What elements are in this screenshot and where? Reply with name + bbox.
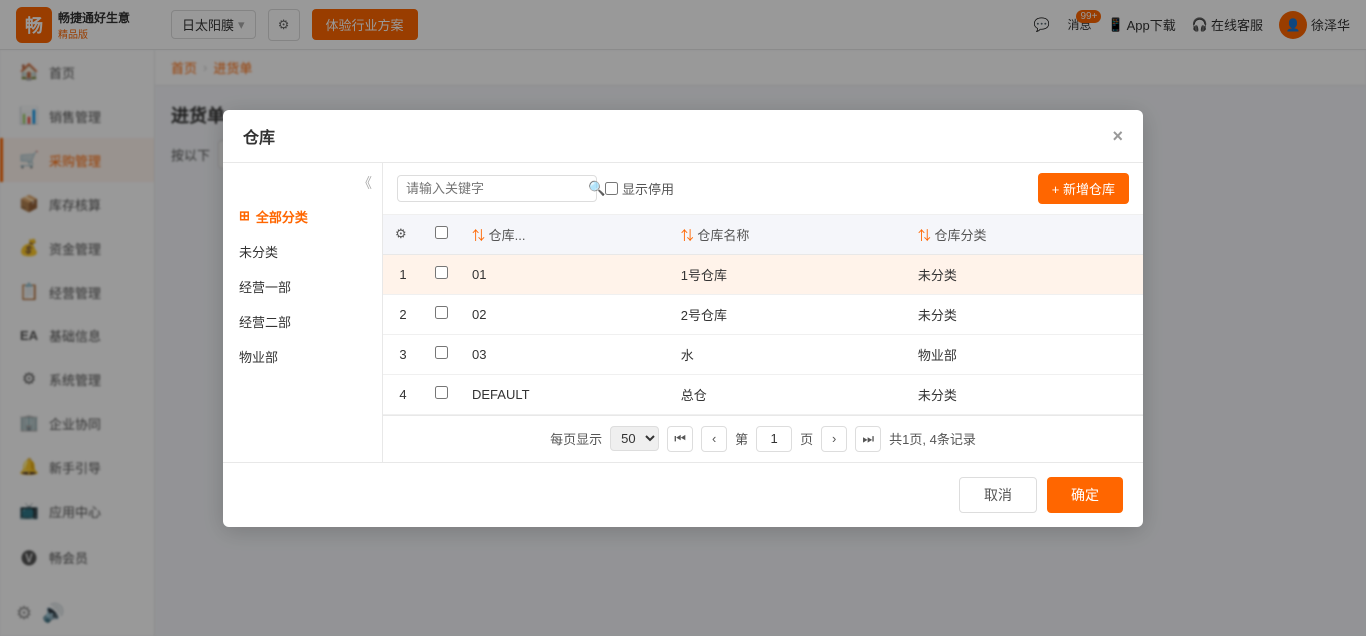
row-check-2 (423, 294, 460, 334)
table-container: ⚙ ⇅ 仓库... ⇅ 仓库名称 (383, 215, 1143, 415)
first-page-button[interactable]: ⏮ (667, 426, 693, 452)
th-checkbox (423, 215, 460, 255)
search-input[interactable] (406, 181, 582, 196)
table-body: 1 01 1号仓库 未分类 2 02 2号仓库 (383, 254, 1143, 414)
modal-title: 仓库 (243, 124, 275, 148)
pagination-bar: 每页显示 50 ⏮ ‹ 第 1 页 › ⏭ 共1页, 4条记录 (383, 415, 1143, 462)
th-category-label: 仓库分类 (935, 228, 987, 243)
table-toolbar: 🔍 显示停用 + 新增仓库 (383, 163, 1143, 215)
category-panel: 《 ⊞ 全部分类 未分类 经营一部 经营二部 物业部 (223, 163, 383, 462)
category-label-3: 物业部 (239, 347, 278, 366)
category-label-1: 经营一部 (239, 277, 291, 296)
category-all-label: 全部分类 (256, 207, 308, 226)
category-item-property[interactable]: 物业部 (223, 339, 382, 374)
row-code-4: DEFAULT (460, 374, 669, 414)
modal-close-button[interactable]: × (1112, 127, 1123, 145)
category-item-uncategorized[interactable]: 未分类 (223, 234, 382, 269)
collapse-panel-button[interactable]: 《 (223, 173, 382, 199)
warehouse-table: ⚙ ⇅ 仓库... ⇅ 仓库名称 (383, 215, 1143, 415)
row-checkbox-1[interactable] (435, 266, 448, 279)
sort-icon-name: ⇅ (681, 228, 694, 243)
th-settings: ⚙ (383, 215, 423, 255)
row-checkbox-2[interactable] (435, 306, 448, 319)
table-header-row: ⚙ ⇅ 仓库... ⇅ 仓库名称 (383, 215, 1143, 255)
table-row[interactable]: 3 03 水 物业部 (383, 334, 1143, 374)
per-page-label: 每页显示 (550, 429, 602, 448)
row-category-1: 未分类 (906, 254, 1143, 294)
table-row[interactable]: 2 02 2号仓库 未分类 (383, 294, 1143, 334)
row-code-3: 03 (460, 334, 669, 374)
sort-icon-cat: ⇅ (918, 228, 931, 243)
category-label-0: 未分类 (239, 242, 278, 261)
prev-page-button[interactable]: ‹ (701, 426, 727, 452)
row-name-3: 水 (669, 334, 906, 374)
per-page-select[interactable]: 50 (610, 426, 659, 451)
row-num-3: 3 (383, 334, 423, 374)
confirm-button[interactable]: 确定 (1047, 477, 1123, 513)
th-name: ⇅ 仓库名称 (669, 215, 906, 255)
row-check-1 (423, 254, 460, 294)
next-page-button[interactable]: › (821, 426, 847, 452)
search-icon[interactable]: 🔍 (588, 180, 605, 197)
page-number-input[interactable]: 1 (756, 426, 792, 452)
category-all-item[interactable]: ⊞ 全部分类 (223, 199, 382, 234)
row-checkbox-3[interactable] (435, 346, 448, 359)
row-name-4: 总仓 (669, 374, 906, 414)
th-code-label: 仓库... (489, 228, 526, 243)
th-code: ⇅ 仓库... (460, 215, 669, 255)
table-panel: 🔍 显示停用 + 新增仓库 ⚙ (383, 163, 1143, 462)
total-label: 共1页, 4条记录 (889, 429, 976, 448)
sort-icon: ⇅ (472, 228, 485, 243)
category-item-ops2[interactable]: 经营二部 (223, 304, 382, 339)
modal-body: 《 ⊞ 全部分类 未分类 经营一部 经营二部 物业部 (223, 163, 1143, 462)
row-category-4: 未分类 (906, 374, 1143, 414)
modal-overlay: 仓库 × 《 ⊞ 全部分类 未分类 经营一部 经营二部 (0, 0, 1366, 636)
grid-icon: ⊞ (239, 208, 250, 224)
page-label: 页 (800, 429, 813, 448)
add-warehouse-button[interactable]: + 新增仓库 (1038, 173, 1129, 204)
row-num-2: 2 (383, 294, 423, 334)
modal-footer: 取消 确定 (223, 462, 1143, 527)
cancel-button[interactable]: 取消 (959, 477, 1037, 513)
table-row[interactable]: 4 DEFAULT 总仓 未分类 (383, 374, 1143, 414)
table-row[interactable]: 1 01 1号仓库 未分类 (383, 254, 1143, 294)
category-label-2: 经营二部 (239, 312, 291, 331)
show-disabled-label: 显示停用 (622, 179, 674, 198)
row-checkbox-4[interactable] (435, 386, 448, 399)
row-check-4 (423, 374, 460, 414)
category-item-ops1[interactable]: 经营一部 (223, 269, 382, 304)
page-word: 第 (735, 429, 748, 448)
row-code-1: 01 (460, 254, 669, 294)
row-num-1: 1 (383, 254, 423, 294)
row-category-2: 未分类 (906, 294, 1143, 334)
row-num-4: 4 (383, 374, 423, 414)
table-head: ⚙ ⇅ 仓库... ⇅ 仓库名称 (383, 215, 1143, 255)
row-category-3: 物业部 (906, 334, 1143, 374)
th-category: ⇅ 仓库分类 (906, 215, 1143, 255)
modal-header: 仓库 × (223, 110, 1143, 163)
last-page-button[interactable]: ⏭ (855, 426, 881, 452)
show-disabled-checkbox[interactable] (605, 182, 618, 195)
th-name-label: 仓库名称 (697, 228, 749, 243)
row-name-1: 1号仓库 (669, 254, 906, 294)
search-input-wrap: 🔍 (397, 175, 597, 202)
warehouse-modal: 仓库 × 《 ⊞ 全部分类 未分类 经营一部 经营二部 (223, 110, 1143, 527)
select-all-checkbox[interactable] (435, 226, 448, 239)
row-check-3 (423, 334, 460, 374)
row-name-2: 2号仓库 (669, 294, 906, 334)
row-code-2: 02 (460, 294, 669, 334)
show-disabled-toggle[interactable]: 显示停用 (605, 179, 674, 198)
